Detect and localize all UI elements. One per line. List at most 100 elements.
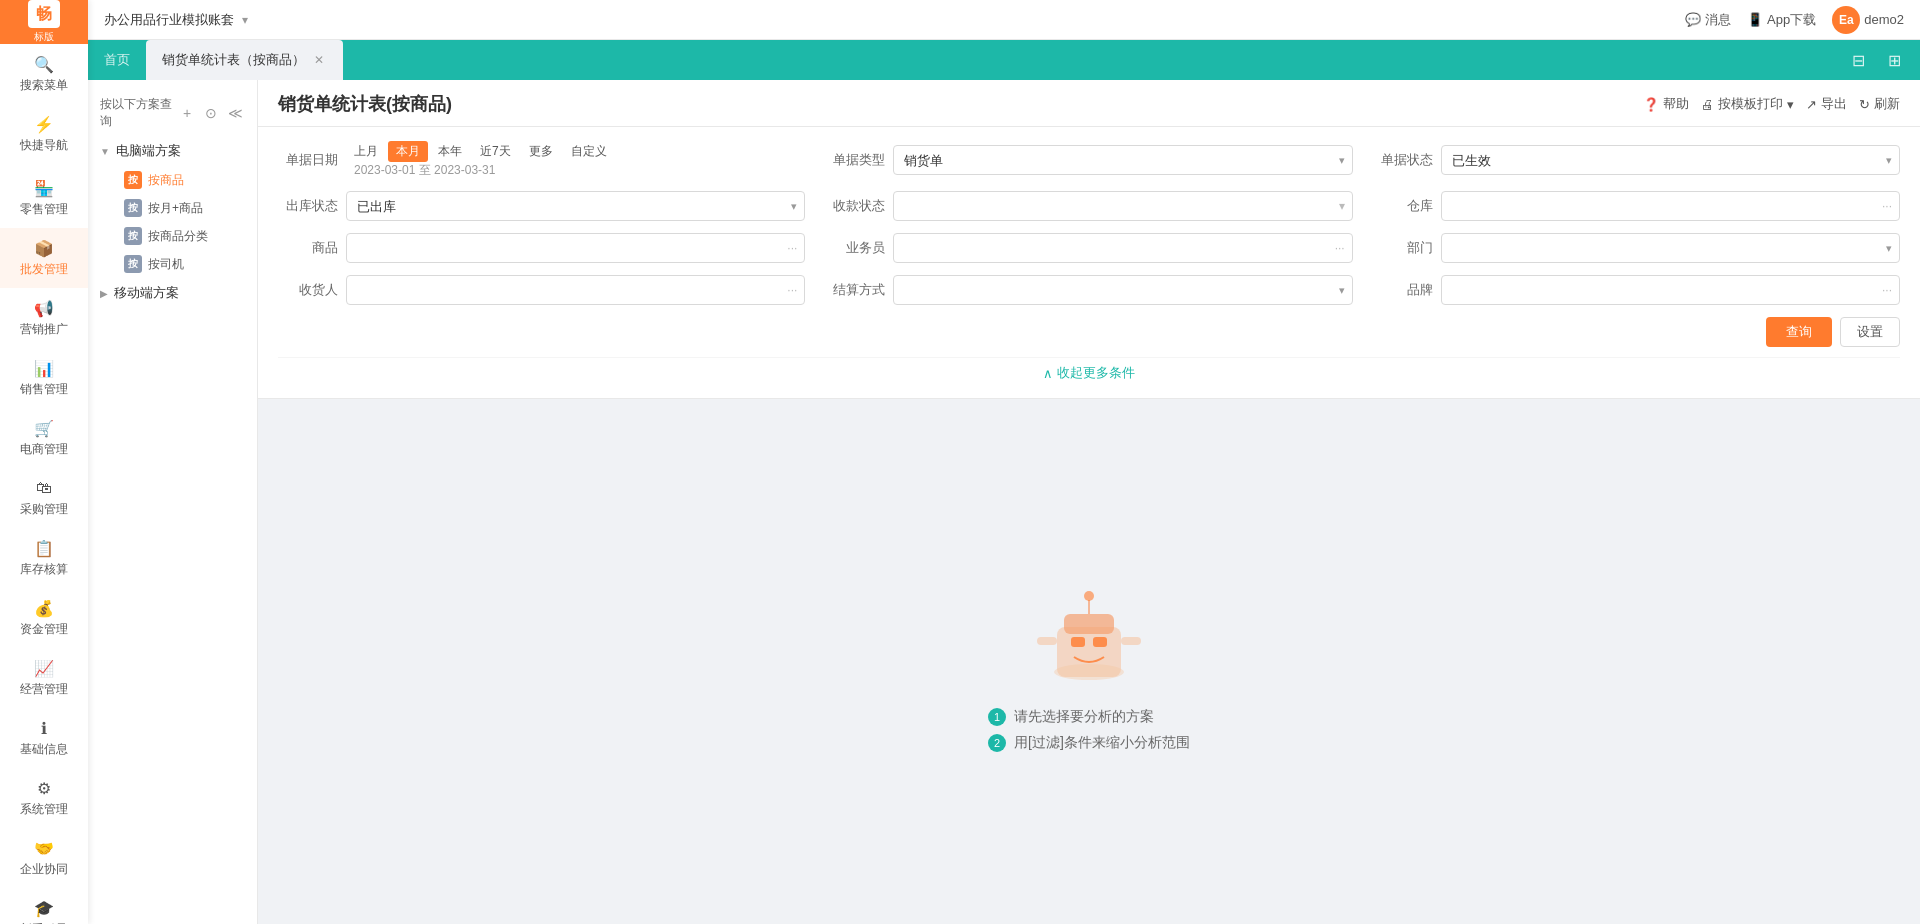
sidebar-item-sales[interactable]: 📊 销售管理 [0, 348, 88, 408]
tree-item-goods-cat[interactable]: 按 按商品分类 [88, 222, 257, 250]
pay-status-input[interactable] [893, 191, 1352, 221]
expand-icon: ▼ [100, 146, 110, 157]
date-tab-more[interactable]: 更多 [521, 141, 561, 162]
dept-select[interactable] [1441, 233, 1900, 263]
doc-status-select[interactable]: 已生效 [1441, 145, 1900, 175]
sidebar-item-purchase[interactable]: 🛍 采购管理 [0, 468, 88, 528]
out-status-select[interactable]: 已出库 [346, 191, 805, 221]
scheme-icon-cat: 按 [124, 227, 142, 245]
settlement-select[interactable] [893, 275, 1352, 305]
logo-icon: 畅 [28, 0, 60, 28]
date-tab-7days[interactable]: 近7天 [472, 141, 519, 162]
salesman-input[interactable] [893, 233, 1352, 263]
date-tab-custom[interactable]: 自定义 [563, 141, 615, 162]
sidebar-item-system[interactable]: ⚙ 系统管理 [0, 768, 88, 828]
tree-pc-section[interactable]: ▼ 电脑端方案 [88, 136, 257, 166]
tab-sales-stat[interactable]: 销货单统计表（按商品） ✕ [146, 40, 343, 80]
page-header: 销货单统计表(按商品) ❓ 帮助 🖨 按模板打印 ▾ ↗ [258, 80, 1920, 127]
download-icon: 📱 [1747, 12, 1763, 27]
empty-tip-2: 2 用[过滤]条件来缩小分析范围 [988, 734, 1190, 752]
print-chevron-icon: ▾ [1787, 97, 1794, 112]
collapse-panel-btn[interactable]: ≪ [225, 103, 245, 123]
sidebar-item-basic[interactable]: ℹ 基础信息 [0, 708, 88, 768]
topbar: 办公用品行业模拟账套 ▾ 💬 消息 📱 App下载 Ea demo2 [88, 0, 1920, 40]
tab-home[interactable]: 首页 [88, 40, 146, 80]
main-area: 办公用品行业模拟账套 ▾ 💬 消息 📱 App下载 Ea demo2 首页 [88, 0, 1920, 924]
topbar-right: 💬 消息 📱 App下载 Ea demo2 [1685, 6, 1904, 34]
tab-minimize-btn[interactable]: ⊟ [1844, 46, 1872, 74]
tree-item-month-goods[interactable]: 按 按月+商品 [88, 194, 257, 222]
tree-item-by-goods[interactable]: 按 按商品 [88, 166, 257, 194]
sidebar-item-marketing[interactable]: 📢 营销推广 [0, 288, 88, 348]
svg-rect-4 [1093, 637, 1107, 647]
sidebar-item-guide[interactable]: 🎓 新手引导 [0, 888, 88, 924]
sidebar-search[interactable]: 🔍 搜索菜单 [0, 44, 88, 104]
dept-control [1441, 233, 1900, 263]
date-tab-this-year[interactable]: 本年 [430, 141, 470, 162]
tip-num-1: 1 [988, 708, 1006, 726]
filter-row-4: 收货人 ··· 结算方式 [278, 275, 1900, 305]
date-tab-last-month[interactable]: 上月 [346, 141, 386, 162]
svg-point-6 [1084, 591, 1094, 601]
warehouse-filter-item: 仓库 ··· [1373, 191, 1900, 221]
doc-type-label: 单据类型 [825, 151, 885, 169]
pay-status-filter-item: 收款状态 ▾ [825, 191, 1352, 221]
date-range-text: 2023-03-01 至 2023-03-31 [354, 163, 495, 177]
tree-item-driver[interactable]: 按 按司机 [88, 250, 257, 278]
export-btn[interactable]: ↗ 导出 [1806, 95, 1847, 113]
receiver-label: 收货人 [278, 281, 338, 299]
goods-label: 商品 [278, 239, 338, 257]
collapse-up-icon: ∧ [1043, 366, 1053, 381]
edit-scheme-btn[interactable]: ⊙ [201, 103, 221, 123]
mobile-expand-icon: ▶ [100, 288, 108, 299]
template-print-btn[interactable]: 🖨 按模板打印 ▾ [1701, 95, 1794, 113]
refresh-btn[interactable]: ↻ 刷新 [1859, 95, 1900, 113]
warehouse-label: 仓库 [1373, 197, 1433, 215]
settings-button[interactable]: 设置 [1840, 317, 1900, 347]
help-btn[interactable]: ❓ 帮助 [1643, 95, 1689, 113]
receiver-input[interactable] [346, 275, 805, 305]
sidebar-item-collab[interactable]: 🤝 企业协同 [0, 828, 88, 888]
avatar: Ea [1832, 6, 1860, 34]
date-filter-item: 单据日期 上月 本月 本年 近7天 更多 自定义 2023-03-01 至 20… [278, 141, 805, 179]
tab-maximize-btn[interactable]: ⊞ [1880, 46, 1908, 74]
salesman-filter-item: 业务员 ··· [825, 233, 1352, 263]
goods-input[interactable] [346, 233, 805, 263]
dept-filter-item: 部门 [1373, 233, 1900, 263]
add-scheme-btn[interactable]: + [177, 103, 197, 123]
message-btn[interactable]: 💬 消息 [1685, 11, 1731, 29]
doc-type-select[interactable]: 销货单 [893, 145, 1352, 175]
filter-row-1: 单据日期 上月 本月 本年 近7天 更多 自定义 2023-03-01 至 20… [278, 141, 1900, 179]
brand-label: 品牌 [1373, 281, 1433, 299]
refresh-icon: ↻ [1859, 97, 1870, 112]
sidebar-item-management[interactable]: 📈 经营管理 [0, 648, 88, 708]
brand-input[interactable] [1441, 275, 1900, 305]
user-area[interactable]: Ea demo2 [1832, 6, 1904, 34]
sidebar-item-wholesale[interactable]: 📦 批发管理 [0, 228, 88, 288]
sidebar-item-finance[interactable]: 💰 资金管理 [0, 588, 88, 648]
sidebar-quick-nav[interactable]: ⚡ 快捷导航 [0, 104, 88, 164]
collapse-more-btn[interactable]: ∧ 收起更多条件 [1043, 364, 1135, 382]
salesman-control: ··· [893, 233, 1352, 263]
scheme-icon-month: 按 [124, 199, 142, 217]
export-icon: ↗ [1806, 97, 1817, 112]
app-logo[interactable]: 畅 标版 [0, 0, 88, 44]
query-button[interactable]: 查询 [1766, 317, 1832, 347]
out-status-filter-item: 出库状态 已出库 [278, 191, 805, 221]
doc-type-filter-item: 单据类型 销货单 [825, 141, 1352, 179]
date-tab-this-month[interactable]: 本月 [388, 141, 428, 162]
warehouse-input[interactable] [1441, 191, 1900, 221]
tree-mobile-section[interactable]: ▶ 移动端方案 [88, 278, 257, 308]
scheme-icon-goods: 按 [124, 171, 142, 189]
dept-label: 部门 [1373, 239, 1433, 257]
sidebar-item-retail[interactable]: 🏪 零售管理 [0, 168, 88, 228]
doc-status-label: 单据状态 [1373, 151, 1433, 169]
tab-close-btn[interactable]: ✕ [311, 52, 327, 68]
app-download-btn[interactable]: 📱 App下载 [1747, 11, 1816, 29]
sidebar-item-ecommerce[interactable]: 🛒 电商管理 [0, 408, 88, 468]
svg-rect-1 [1057, 627, 1121, 677]
svg-rect-3 [1071, 637, 1085, 647]
help-icon: ❓ [1643, 97, 1659, 112]
sidebar-item-inventory[interactable]: 📋 库存核算 [0, 528, 88, 588]
goods-filter-item: 商品 ··· [278, 233, 805, 263]
